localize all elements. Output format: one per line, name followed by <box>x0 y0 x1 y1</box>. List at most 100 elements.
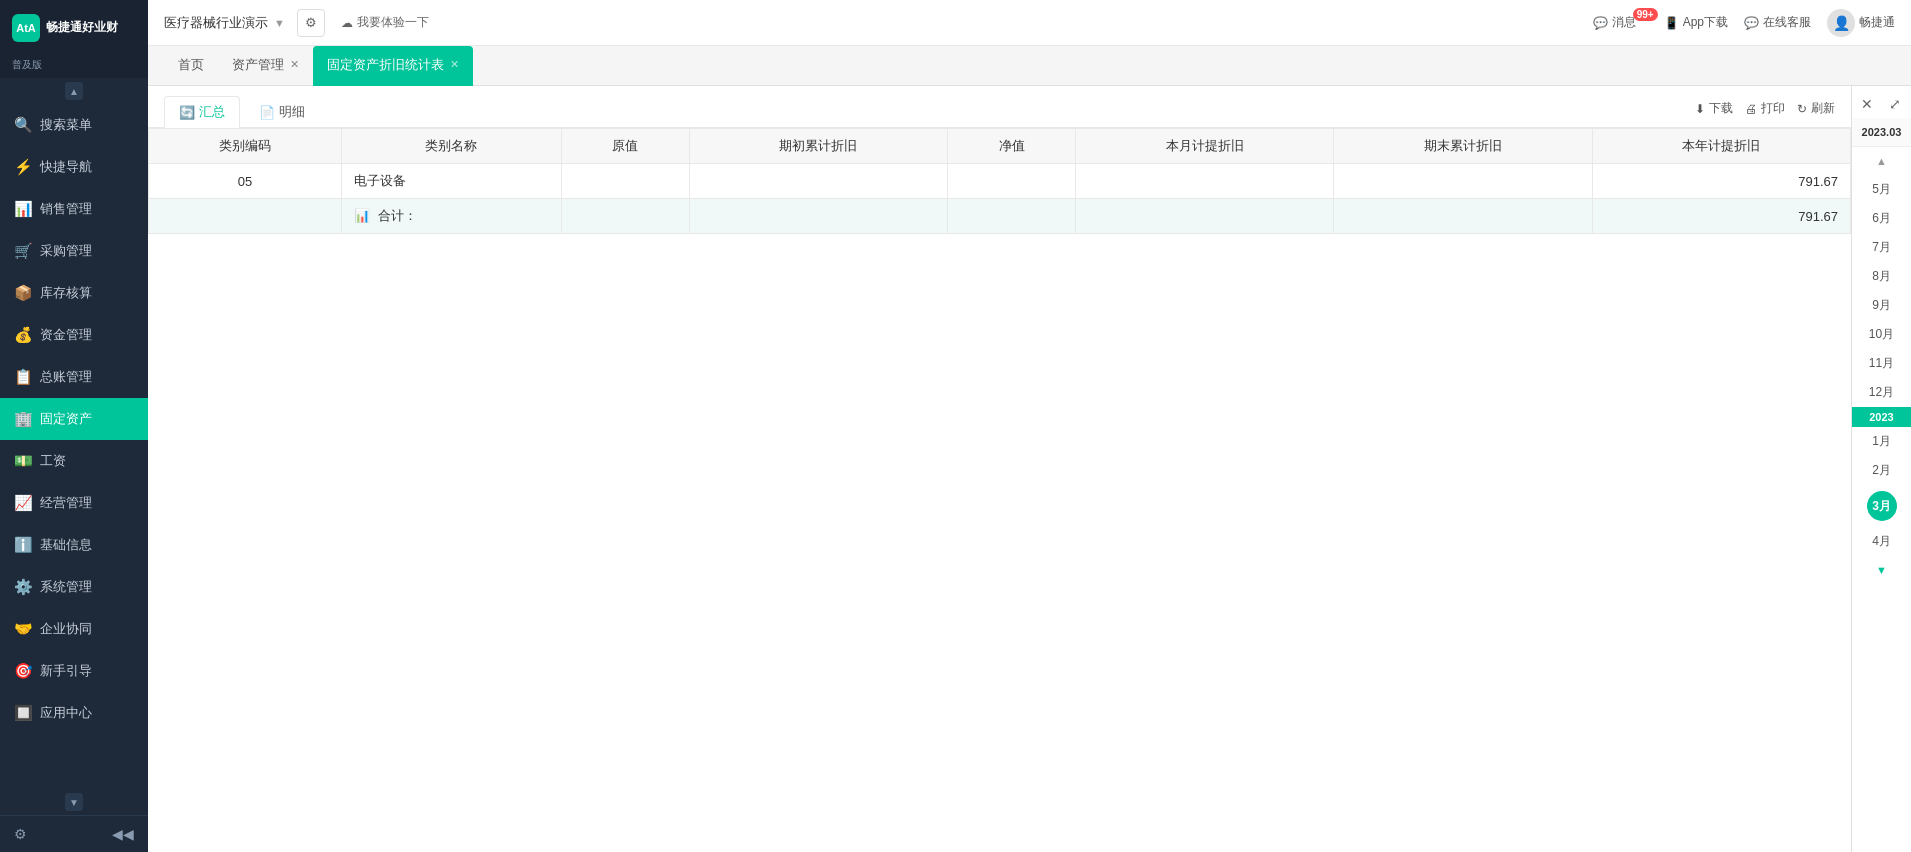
sidebar-item-basic-info[interactable]: ℹ️ 基础信息 <box>0 524 148 566</box>
total-monthly <box>1075 199 1333 234</box>
col-header-name: 类别名称 <box>342 129 562 164</box>
guide-icon: 🎯 <box>14 662 32 680</box>
experience-button[interactable]: ☁ 我要体验一下 <box>341 14 429 31</box>
sidebar-item-label: 搜索菜单 <box>40 116 92 134</box>
detail-icon: 📄 <box>259 105 275 120</box>
col-header-annual: 本年计提折旧 <box>1592 129 1850 164</box>
sales-icon: 📊 <box>14 200 32 218</box>
download-button[interactable]: ⬇ 下载 <box>1695 100 1733 117</box>
col-header-net: 净值 <box>948 129 1076 164</box>
inventory-icon: 📦 <box>14 284 32 302</box>
sidebar-item-label: 采购管理 <box>40 242 92 260</box>
footer-collapse-icon[interactable]: ◀◀ <box>112 826 134 842</box>
main-content: 医疗器械行业演示 ▼ ⚙ ☁ 我要体验一下 💬 消息 99+ 📱 App下载 💬… <box>148 0 1911 852</box>
sidebar-item-app-center[interactable]: 🔲 应用中心 <box>0 692 148 734</box>
month-9[interactable]: 9月 <box>1852 291 1911 320</box>
month-10[interactable]: 10月 <box>1852 320 1911 349</box>
print-button[interactable]: 🖨 打印 <box>1745 100 1785 117</box>
total-row: 📊 合计： 791.67 <box>149 199 1851 234</box>
date-nav-up[interactable]: ▲ <box>1872 151 1892 171</box>
tab-depreciation-table[interactable]: 固定资产折旧统计表 ✕ <box>313 46 473 86</box>
month-5[interactable]: 5月 <box>1852 175 1911 204</box>
refresh-icon: ↻ <box>1797 102 1807 116</box>
app-download-button[interactable]: 📱 App下载 <box>1664 14 1728 31</box>
purchase-icon: 🛒 <box>14 242 32 260</box>
sidebar-logo: AtA 畅捷通好业财 <box>0 0 148 56</box>
month-2[interactable]: 2月 <box>1852 456 1911 485</box>
tab-asset-mgmt[interactable]: 资产管理 ✕ <box>218 46 313 86</box>
company-selector[interactable]: 医疗器械行业演示 ▼ <box>164 14 285 32</box>
ledger-icon: 📋 <box>14 368 32 386</box>
sidebar-item-fixed-assets[interactable]: 🏢 固定资产 <box>0 398 148 440</box>
sub-tab-detail[interactable]: 📄 明细 <box>244 96 320 128</box>
sidebar-item-label: 基础信息 <box>40 536 92 554</box>
sidebar-item-ledger[interactable]: 📋 总账管理 <box>0 356 148 398</box>
basic-info-icon: ℹ️ <box>14 536 32 554</box>
detail-label: 明细 <box>279 103 305 121</box>
customer-service-button[interactable]: 💬 在线客服 <box>1744 14 1811 31</box>
sidebar-item-label: 系统管理 <box>40 578 92 596</box>
company-dropdown-arrow: ▼ <box>274 17 285 29</box>
row-ending-depreciation <box>1334 164 1592 199</box>
toolbar: ⬇ 下载 🖨 打印 ↻ 刷新 <box>1695 100 1835 123</box>
month-6[interactable]: 6月 <box>1852 204 1911 233</box>
operations-icon: 📈 <box>14 494 32 512</box>
sidebar-item-purchase[interactable]: 🛒 采购管理 <box>0 230 148 272</box>
fixed-assets-icon: 🏢 <box>14 410 32 428</box>
sidebar-item-payroll[interactable]: 💵 工资 <box>0 440 148 482</box>
sidebar: AtA 畅捷通好业财 普及版 ▲ 🔍 搜索菜单 ⚡ 快捷导航 📊 销售管理 🛒 … <box>0 0 148 852</box>
month-8[interactable]: 8月 <box>1852 262 1911 291</box>
funds-icon: 💰 <box>14 326 32 344</box>
row-beginning-depreciation <box>689 164 947 199</box>
month-4[interactable]: 4月 <box>1852 527 1911 556</box>
app-version: 普及版 <box>0 56 148 78</box>
refresh-button[interactable]: ↻ 刷新 <box>1797 100 1835 117</box>
sidebar-item-operations[interactable]: 📈 经营管理 <box>0 482 148 524</box>
sidebar-item-cooperation[interactable]: 🤝 企业协同 <box>0 608 148 650</box>
tab-asset-mgmt-close[interactable]: ✕ <box>290 58 299 71</box>
sidebar-footer: ⚙ ◀◀ <box>0 815 148 852</box>
sidebar-item-guide[interactable]: 🎯 新手引导 <box>0 650 148 692</box>
tab-home[interactable]: 首页 <box>164 46 218 86</box>
total-annual: 791.67 <box>1592 199 1850 234</box>
user-menu[interactable]: 👤 畅捷通 <box>1827 9 1895 37</box>
month-7[interactable]: 7月 <box>1852 233 1911 262</box>
month-11[interactable]: 11月 <box>1852 349 1911 378</box>
customer-service-label: 在线客服 <box>1763 14 1811 31</box>
row-code: 05 <box>149 164 342 199</box>
sub-tab-summary[interactable]: 🔄 汇总 <box>164 96 240 128</box>
scroll-up-button[interactable]: ▲ <box>65 82 83 100</box>
tab-depreciation-close[interactable]: ✕ <box>450 58 459 71</box>
sidebar-item-label: 资金管理 <box>40 326 92 344</box>
header-settings-button[interactable]: ⚙ <box>297 9 325 37</box>
col-header-original: 原值 <box>561 129 689 164</box>
current-month-3[interactable]: 3月 <box>1867 491 1897 521</box>
month-12[interactable]: 12月 <box>1852 378 1911 407</box>
year-2023[interactable]: 2023 <box>1852 407 1911 427</box>
notice-button[interactable]: 💬 消息 99+ <box>1593 14 1648 31</box>
sidebar-item-funds[interactable]: 💰 资金管理 <box>0 314 148 356</box>
sidebar-item-sales[interactable]: 📊 销售管理 <box>0 188 148 230</box>
row-net-value <box>948 164 1076 199</box>
sidebar-item-search[interactable]: 🔍 搜索菜单 <box>0 104 148 146</box>
footer-settings-icon[interactable]: ⚙ <box>14 826 27 842</box>
scroll-down-button[interactable]: ▼ <box>65 793 83 811</box>
summary-icon: 🔄 <box>179 105 195 120</box>
sidebar-nav: 🔍 搜索菜单 ⚡ 快捷导航 📊 销售管理 🛒 采购管理 📦 库存核算 💰 资金管… <box>0 104 148 789</box>
total-icon: 📊 <box>354 208 370 223</box>
sidebar-item-quick-nav[interactable]: ⚡ 快捷导航 <box>0 146 148 188</box>
col-header-monthly: 本月计提折旧 <box>1075 129 1333 164</box>
sidebar-item-label: 总账管理 <box>40 368 92 386</box>
col-header-beginning: 期初累计折旧 <box>689 129 947 164</box>
sidebar-item-label: 应用中心 <box>40 704 92 722</box>
sidebar-item-inventory[interactable]: 📦 库存核算 <box>0 272 148 314</box>
date-panel-expand-button[interactable]: ⤢ <box>1883 90 1907 118</box>
sidebar-item-label: 经营管理 <box>40 494 92 512</box>
print-label: 打印 <box>1761 100 1785 117</box>
date-panel-close-button[interactable]: ✕ <box>1855 90 1879 118</box>
date-nav-down[interactable]: ▼ <box>1872 560 1892 580</box>
username: 畅捷通 <box>1859 14 1895 31</box>
month-1[interactable]: 1月 <box>1852 427 1911 456</box>
row-original-value <box>561 164 689 199</box>
sidebar-item-system[interactable]: ⚙️ 系统管理 <box>0 566 148 608</box>
